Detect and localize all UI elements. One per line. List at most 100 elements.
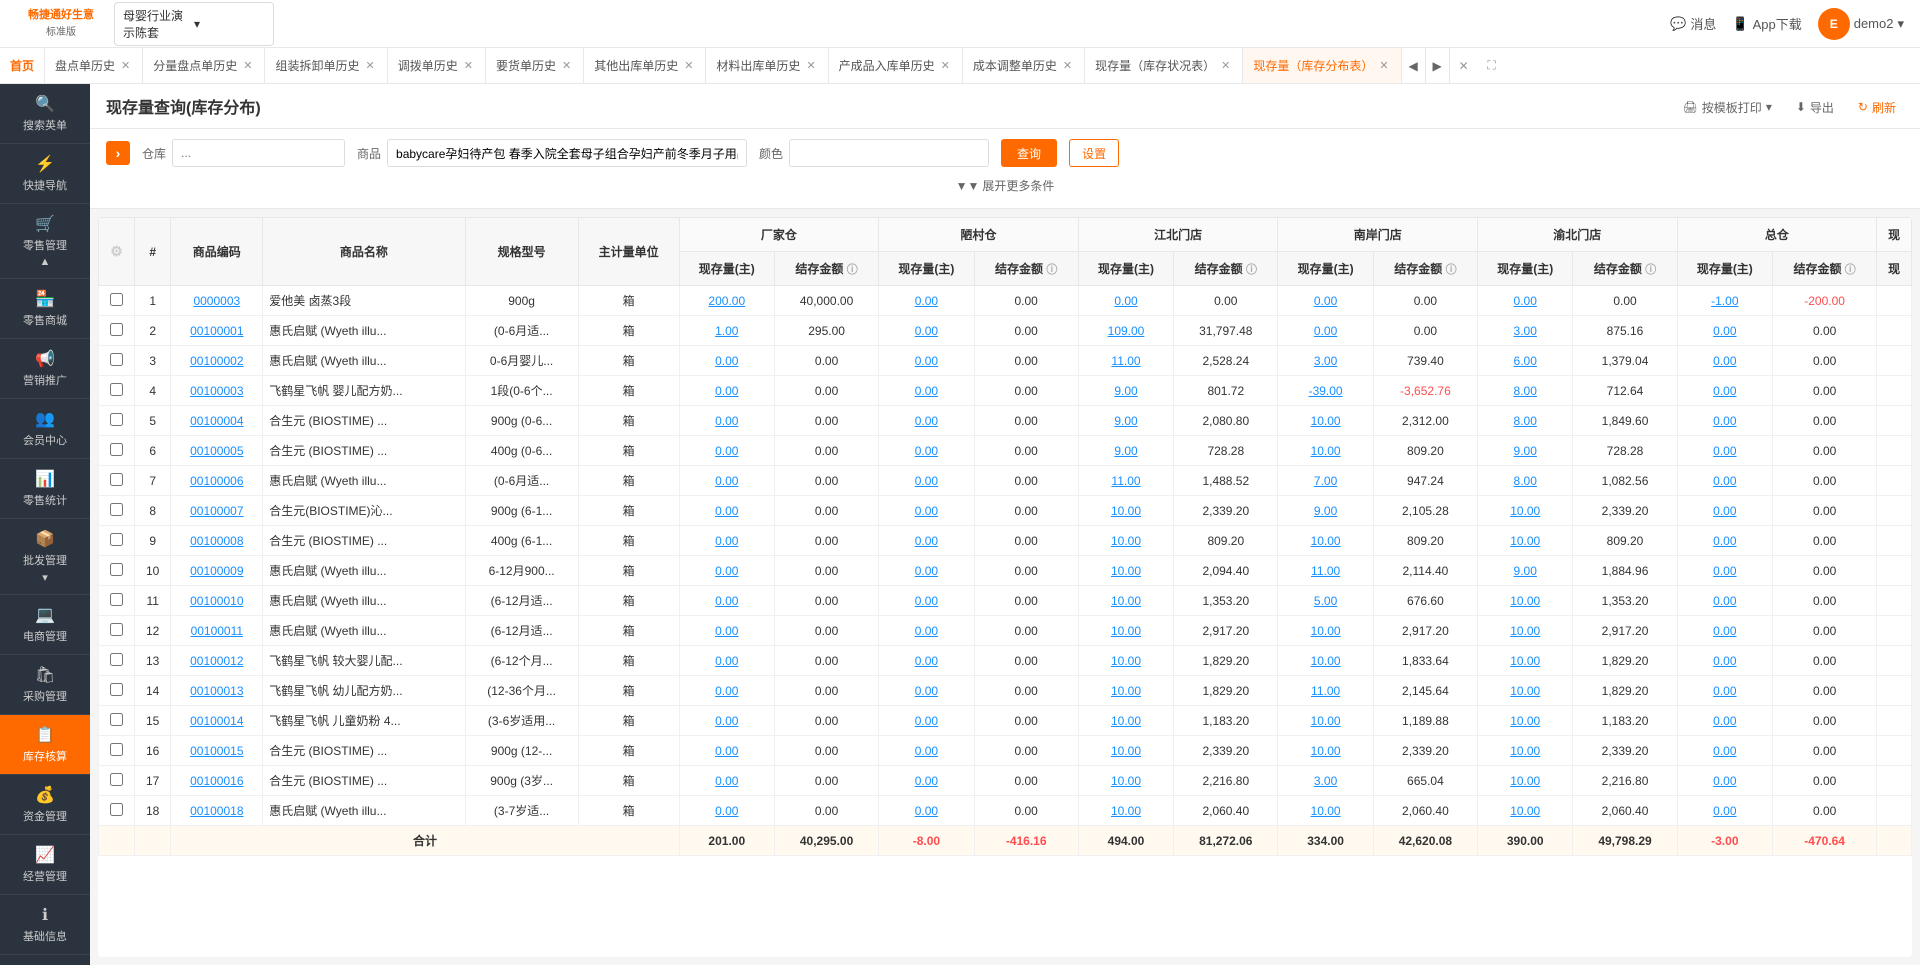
tab-prev-btn[interactable]: ◀	[1402, 48, 1426, 84]
row-yb-stock[interactable]: 3.00	[1478, 316, 1573, 346]
row-yb-stock[interactable]: 10.00	[1478, 676, 1573, 706]
row-checkbox[interactable]	[99, 766, 135, 796]
row-jb-stock[interactable]: 10.00	[1078, 676, 1173, 706]
sidebar-item-ops[interactable]: 📈 经营管理	[0, 835, 90, 895]
row-v-stock[interactable]: 0.00	[879, 706, 974, 736]
row-t-stock[interactable]: -1.00	[1677, 286, 1772, 316]
row-checkbox[interactable]	[99, 466, 135, 496]
row-f-stock[interactable]: 0.00	[679, 796, 774, 826]
row-f-stock[interactable]: 0.00	[679, 346, 774, 376]
row-v-stock[interactable]: 0.00	[879, 736, 974, 766]
row-code[interactable]: 00100003	[171, 376, 263, 406]
row-code[interactable]: 00100004	[171, 406, 263, 436]
row-code[interactable]: 00100014	[171, 706, 263, 736]
row-v-stock[interactable]: 0.00	[879, 586, 974, 616]
tab-1[interactable]: 盘点单历史 ✕	[45, 48, 143, 84]
row-jb-stock[interactable]: 10.00	[1078, 736, 1173, 766]
row-jb-stock[interactable]: 10.00	[1078, 646, 1173, 676]
row-v-stock[interactable]: 0.00	[879, 676, 974, 706]
row-na-stock[interactable]: 10.00	[1278, 736, 1373, 766]
row-f-stock[interactable]: 0.00	[679, 706, 774, 736]
tab-11[interactable]: 现存量（库存分布表） ✕	[1243, 48, 1401, 84]
user-profile[interactable]: E demo2 ▾	[1818, 8, 1904, 40]
row-yb-stock[interactable]: 0.00	[1478, 286, 1573, 316]
row-v-stock[interactable]: 0.00	[879, 286, 974, 316]
row-na-stock[interactable]: 10.00	[1278, 616, 1373, 646]
tab-5[interactable]: 要货单历史 ✕	[486, 48, 584, 84]
tab-1-close[interactable]: ✕	[119, 58, 132, 73]
row-v-stock[interactable]: 0.00	[879, 346, 974, 376]
row-jb-stock[interactable]: 9.00	[1078, 376, 1173, 406]
row-na-stock[interactable]: 11.00	[1278, 676, 1373, 706]
sidebar-item-nav[interactable]: ⚡ 快捷导航	[0, 144, 90, 204]
row-na-stock[interactable]: 10.00	[1278, 526, 1373, 556]
refresh-btn[interactable]: ↻ 刷新	[1850, 95, 1904, 120]
row-yb-stock[interactable]: 8.00	[1478, 376, 1573, 406]
row-code[interactable]: 0000003	[171, 286, 263, 316]
row-code[interactable]: 00100011	[171, 616, 263, 646]
row-jb-stock[interactable]: 109.00	[1078, 316, 1173, 346]
row-f-stock[interactable]: 0.00	[679, 466, 774, 496]
row-t-stock[interactable]: 0.00	[1677, 796, 1772, 826]
row-checkbox[interactable]	[99, 586, 135, 616]
row-checkbox[interactable]	[99, 496, 135, 526]
print-btn[interactable]: 🖨 按模板打印 ▾	[1675, 95, 1780, 120]
sidebar-item-purchase[interactable]: 🛍 采购管理	[0, 655, 90, 715]
sidebar-item-member[interactable]: 👥 会员中心	[0, 399, 90, 459]
row-yb-stock[interactable]: 8.00	[1478, 406, 1573, 436]
row-t-stock[interactable]: 0.00	[1677, 466, 1772, 496]
row-na-stock[interactable]: 3.00	[1278, 346, 1373, 376]
row-f-stock[interactable]: 0.00	[679, 616, 774, 646]
row-f-stock[interactable]: 0.00	[679, 556, 774, 586]
tab-8-close[interactable]: ✕	[939, 58, 952, 73]
row-f-stock[interactable]: 0.00	[679, 586, 774, 616]
message-btn[interactable]: 💬 消息	[1670, 14, 1716, 33]
filter-toggle-btn[interactable]: ›	[106, 141, 130, 165]
row-jb-stock[interactable]: 0.00	[1078, 286, 1173, 316]
col-settings[interactable]: ⚙	[99, 218, 135, 286]
sidebar-item-inventory[interactable]: 📋 库存核算	[0, 715, 90, 775]
row-t-stock[interactable]: 0.00	[1677, 556, 1772, 586]
row-t-stock[interactable]: 0.00	[1677, 496, 1772, 526]
tab-5-close[interactable]: ✕	[560, 58, 573, 73]
row-t-stock[interactable]: 0.00	[1677, 586, 1772, 616]
row-t-stock[interactable]: 0.00	[1677, 376, 1772, 406]
row-code[interactable]: 00100013	[171, 676, 263, 706]
warehouse-input[interactable]	[172, 139, 345, 167]
row-t-stock[interactable]: 0.00	[1677, 346, 1772, 376]
row-yb-stock[interactable]: 10.00	[1478, 766, 1573, 796]
row-v-stock[interactable]: 0.00	[879, 376, 974, 406]
tab-6-close[interactable]: ✕	[682, 58, 695, 73]
tab-6[interactable]: 其他出库单历史 ✕	[584, 48, 706, 84]
row-na-stock[interactable]: 5.00	[1278, 586, 1373, 616]
sidebar-item-wholesale[interactable]: 📦 批发管理 ▾	[0, 519, 90, 595]
row-jb-stock[interactable]: 10.00	[1078, 496, 1173, 526]
row-yb-stock[interactable]: 10.00	[1478, 526, 1573, 556]
row-na-stock[interactable]: 9.00	[1278, 496, 1373, 526]
row-f-stock[interactable]: 1.00	[679, 316, 774, 346]
row-t-stock[interactable]: 0.00	[1677, 646, 1772, 676]
row-code[interactable]: 00100015	[171, 736, 263, 766]
sidebar-item-retail-mgmt[interactable]: 🛒 零售管理 ▲	[0, 204, 90, 279]
row-jb-stock[interactable]: 10.00	[1078, 586, 1173, 616]
sidebar-item-finance[interactable]: 💰 资金管理	[0, 775, 90, 835]
row-na-stock[interactable]: 10.00	[1278, 796, 1373, 826]
tab-3[interactable]: 组装拆卸单历史 ✕	[265, 48, 387, 84]
sidebar-item-marketing[interactable]: 📢 营销推广	[0, 339, 90, 399]
row-yb-stock[interactable]: 10.00	[1478, 706, 1573, 736]
sidebar-item-retail-stats[interactable]: 📊 零售统计	[0, 459, 90, 519]
row-code[interactable]: 00100016	[171, 766, 263, 796]
row-v-stock[interactable]: 0.00	[879, 556, 974, 586]
row-jb-stock[interactable]: 11.00	[1078, 346, 1173, 376]
row-code[interactable]: 00100012	[171, 646, 263, 676]
row-v-stock[interactable]: 0.00	[879, 646, 974, 676]
row-code[interactable]: 00100007	[171, 496, 263, 526]
row-yb-stock[interactable]: 10.00	[1478, 586, 1573, 616]
row-checkbox[interactable]	[99, 616, 135, 646]
row-v-stock[interactable]: 0.00	[879, 466, 974, 496]
row-v-stock[interactable]: 0.00	[879, 436, 974, 466]
row-checkbox[interactable]	[99, 736, 135, 766]
row-f-stock[interactable]: 0.00	[679, 376, 774, 406]
row-checkbox[interactable]	[99, 286, 135, 316]
row-checkbox[interactable]	[99, 376, 135, 406]
